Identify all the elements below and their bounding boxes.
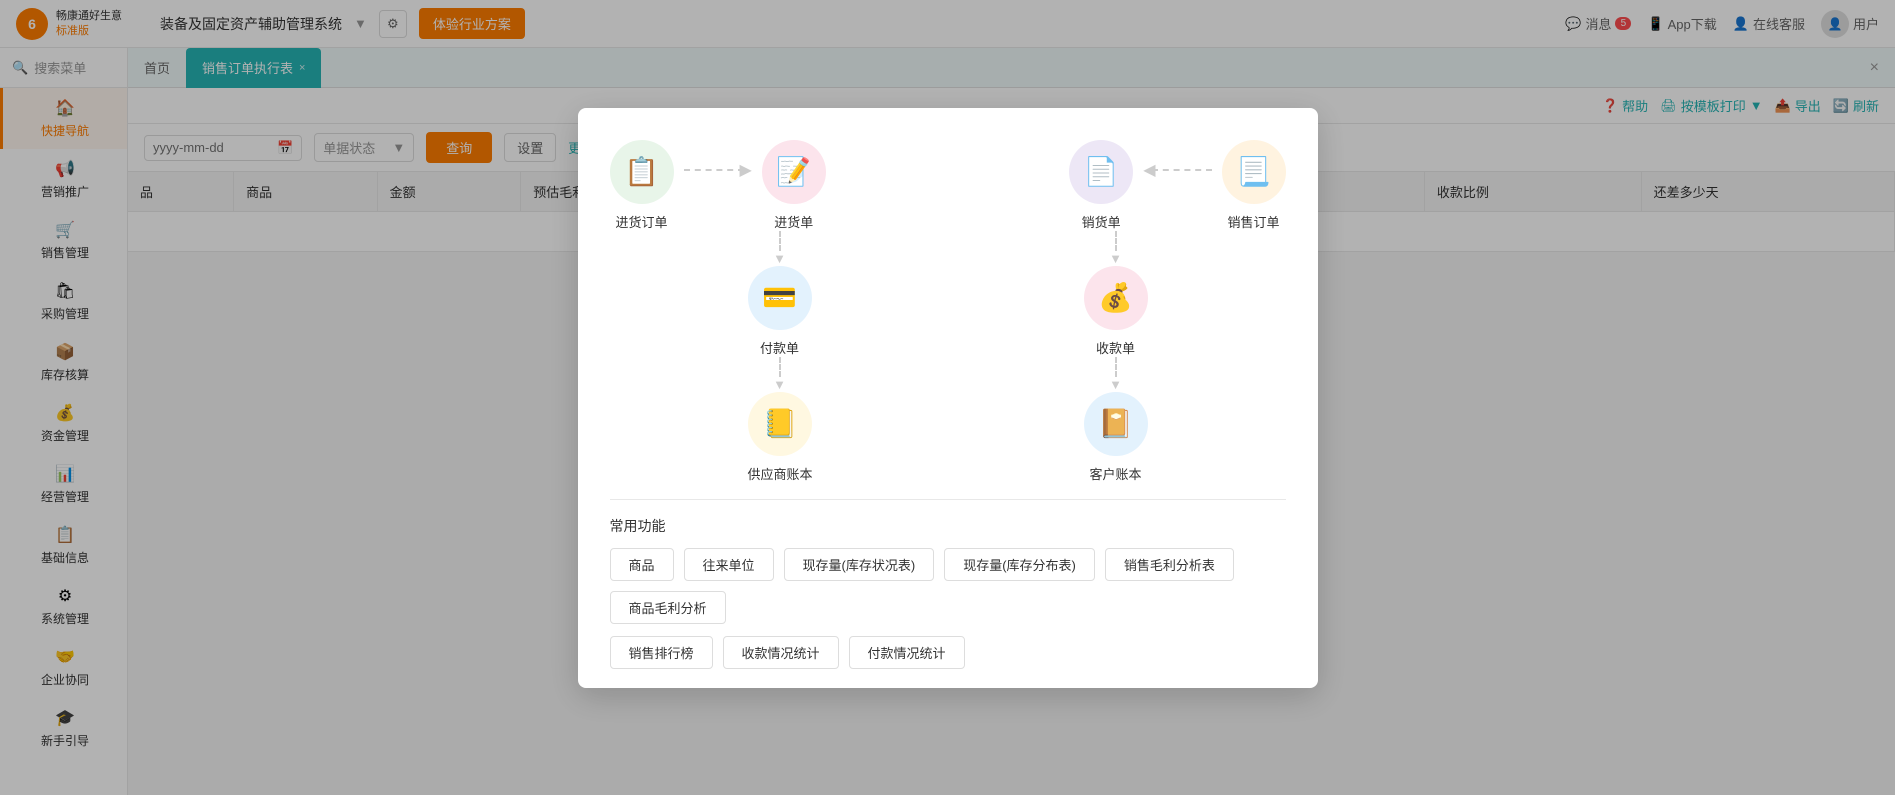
flow-item-supplier-account[interactable]: 📒 供应商账本 [748,392,813,483]
purchase-bill-icon: 📝 [762,140,826,204]
common-btn-8[interactable]: 付款情况统计 [849,636,965,669]
overlay[interactable]: 📋 进货订单 ▶ 📝 进货单 [0,0,1895,795]
receipt-bill-icon: 💰 [1084,266,1148,330]
sales-bill-label: 销货单 [1082,212,1121,231]
common-btn-3[interactable]: 现存量(库存分布表) [944,548,1095,581]
flow-item-purchase-order[interactable]: 📋 进货订单 [610,140,674,231]
sales-order-label: 销售订单 [1227,212,1279,231]
common-btns-row2: 销售排行榜收款情况统计付款情况统计 [610,636,1286,669]
popup-card: 📋 进货订单 ▶ 📝 进货单 [578,108,1318,688]
customer-account-label: 客户账本 [1089,464,1141,483]
flow-item-payment-bill[interactable]: 💳 付款单 [748,266,812,357]
sales-order-icon: 📃 [1222,140,1286,204]
common-btn-5[interactable]: 商品毛利分析 [610,591,726,624]
purchase-order-icon: 📋 [610,140,674,204]
common-btn-2[interactable]: 现存量(库存状况表) [784,548,935,581]
flow-item-sales-bill[interactable]: 📄 销货单 [1069,140,1133,231]
common-btn-7[interactable]: 收款情况统计 [723,636,839,669]
common-btn-1[interactable]: 往来单位 [684,548,774,581]
flow-item-receipt-bill[interactable]: 💰 收款单 [1084,266,1148,357]
supplier-account-icon: 📒 [748,392,812,456]
payment-bill-label: 付款单 [760,338,799,357]
common-btn-0[interactable]: 商品 [610,548,674,581]
common-btns-row1: 商品往来单位现存量(库存状况表) 现存量(库存分布表) 销售毛利分析表商品毛利分析 [610,548,1286,624]
common-btn-6[interactable]: 销售排行榜 [610,636,713,669]
common-section: 常用功能 商品往来单位现存量(库存状况表)现存量(库存分布表)销售毛利分析表商品… [610,499,1286,669]
sales-bill-icon: 📄 [1069,140,1133,204]
receipt-bill-label: 收款单 [1096,338,1135,357]
payment-bill-icon: 💳 [748,266,812,330]
purchase-bill-label: 进货单 [774,212,813,231]
customer-account-icon: 📔 [1084,392,1148,456]
common-title: 常用功能 [610,516,1286,536]
flow-item-purchase-bill[interactable]: 📝 进货单 [762,140,826,231]
common-btn-4[interactable]: 销售毛利分析表 [1105,548,1234,581]
flow-item-sales-order[interactable]: 📃 销售订单 [1222,140,1286,231]
flow-item-customer-account[interactable]: 📔 客户账本 [1084,392,1148,483]
purchase-order-label: 进货订单 [615,212,667,231]
supplier-account-label: 供应商账本 [748,464,813,483]
